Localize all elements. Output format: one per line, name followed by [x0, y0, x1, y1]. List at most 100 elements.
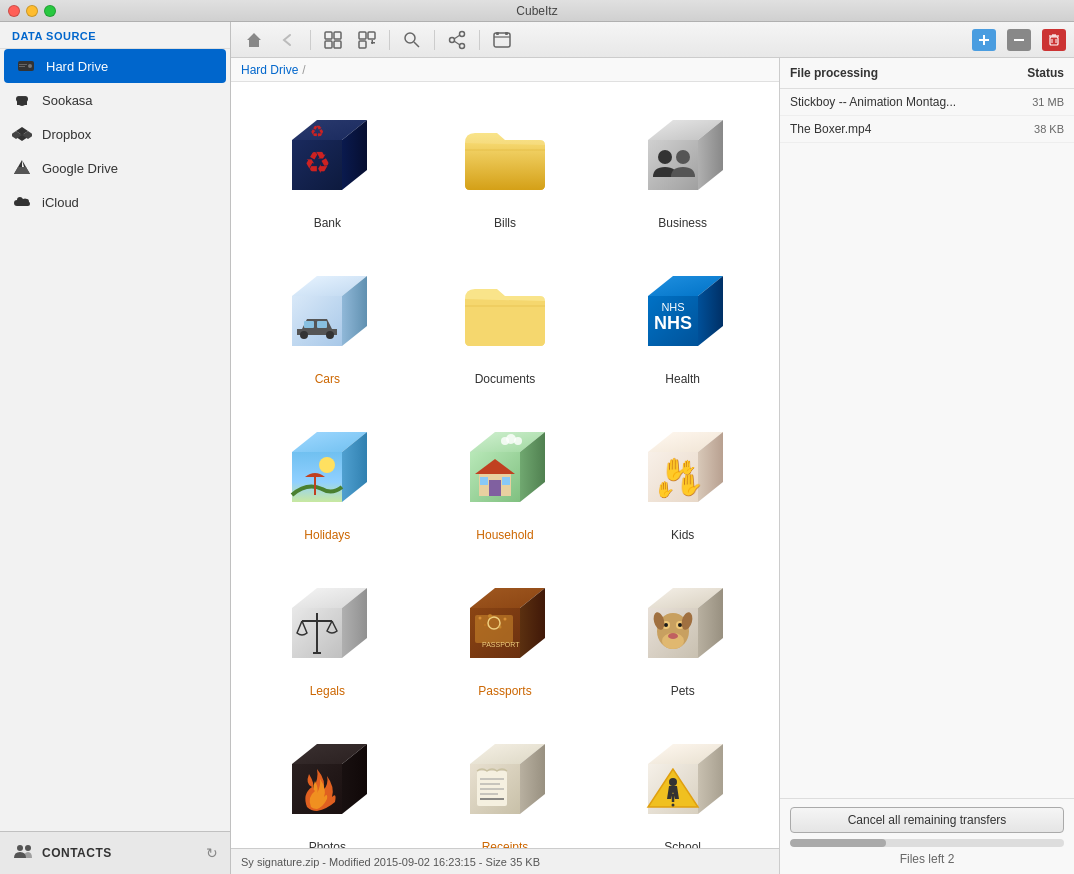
svg-rect-2	[19, 64, 27, 65]
sookasa-icon	[12, 90, 32, 110]
close-button[interactable]	[8, 5, 20, 17]
status-text: Sy signature.zip - Modified 2015-09-02 1…	[241, 856, 540, 868]
svg-point-29	[460, 31, 465, 36]
titlebar: CubeItz	[0, 0, 1074, 22]
file-item-business[interactable]: Business	[596, 92, 769, 238]
progress-fill	[790, 839, 886, 847]
right-panel-header: File processing Status	[780, 58, 1074, 89]
maximize-button[interactable]	[44, 5, 56, 17]
file-item-bank[interactable]: ♻ ♻ Bank	[241, 92, 414, 238]
svg-point-136	[669, 778, 677, 786]
breadcrumb-bar: Hard Drive /	[231, 58, 779, 82]
contacts-icon	[12, 840, 34, 867]
svg-line-33	[454, 41, 460, 45]
file-item-bills[interactable]: Bills	[419, 92, 592, 238]
bank-icon: ♻ ♻	[272, 100, 382, 210]
pets-label: Pets	[671, 684, 695, 698]
transfer-name-stickboy: Stickboy -- Animation Montag...	[790, 95, 1032, 109]
minus-button[interactable]	[1007, 29, 1031, 51]
svg-point-107	[498, 626, 501, 629]
file-item-kids[interactable]: ✋ ✋ ✋ ✋ Kids	[596, 404, 769, 550]
svg-rect-24	[359, 41, 366, 48]
svg-text:PASSPORT: PASSPORT	[482, 641, 520, 648]
svg-point-62	[326, 331, 334, 339]
breadcrumb-separator: /	[302, 63, 305, 77]
sidebar-item-icloud[interactable]: iCloud	[0, 185, 230, 219]
sidebar-items: Hard Drive Sookasa	[0, 49, 230, 831]
home-button[interactable]	[239, 26, 269, 54]
svg-point-55	[676, 150, 690, 164]
svg-rect-26	[372, 40, 374, 44]
window-controls[interactable]	[8, 5, 56, 17]
icloud-icon	[12, 192, 32, 212]
svg-line-28	[414, 42, 419, 47]
transfer-size-stickboy: 31 MB	[1032, 96, 1064, 108]
sidebar-label-google-drive: Google Drive	[42, 161, 118, 176]
legals-label: Legals	[310, 684, 345, 698]
file-col-header: File processing	[790, 66, 1027, 80]
file-item-receipts[interactable]: Receipts	[419, 716, 592, 848]
svg-rect-23	[368, 32, 375, 39]
file-item-documents[interactable]: Documents	[419, 248, 592, 394]
hard-drive-icon	[16, 56, 36, 76]
scan-button[interactable]	[318, 26, 348, 54]
separator-4	[479, 30, 480, 50]
minimize-button[interactable]	[26, 5, 38, 17]
refresh-icon[interactable]: ↻	[206, 845, 218, 861]
google-drive-icon	[12, 158, 32, 178]
passports-icon: PASSPORT	[450, 568, 560, 678]
svg-rect-22	[359, 32, 366, 39]
sidebar-item-sookasa[interactable]: Sookasa	[0, 83, 230, 117]
content-area: Hard Drive /	[231, 58, 779, 874]
svg-point-117	[668, 633, 678, 639]
breadcrumb-path[interactable]: Hard Drive	[241, 63, 298, 77]
svg-point-1	[28, 64, 32, 68]
pets-icon	[628, 568, 738, 678]
info-button[interactable]	[487, 26, 517, 54]
file-item-passports[interactable]: PASSPORT Passports	[419, 560, 592, 706]
sidebar-item-hard-drive[interactable]: Hard Drive	[4, 49, 226, 83]
svg-rect-60	[317, 321, 327, 328]
documents-label: Documents	[475, 372, 536, 386]
cancel-transfers-button[interactable]: Cancel all remaining transfers	[790, 807, 1064, 833]
kids-label: Kids	[671, 528, 694, 542]
svg-rect-3	[19, 66, 25, 67]
file-item-cars[interactable]: Cars	[241, 248, 414, 394]
svg-rect-7	[17, 101, 27, 105]
right-panel-items: Stickboy -- Animation Montag... 31 MB Th…	[780, 89, 1074, 798]
file-item-school[interactable]: School	[596, 716, 769, 848]
search-button[interactable]	[397, 26, 427, 54]
transfer-name-boxer: The Boxer.mp4	[790, 122, 1034, 136]
receipts-label: Receipts	[482, 840, 529, 848]
separator-3	[434, 30, 435, 50]
file-item-household[interactable]: Household	[419, 404, 592, 550]
school-icon	[628, 724, 738, 834]
share-button[interactable]	[442, 26, 472, 54]
file-item-holidays[interactable]: Holidays	[241, 404, 414, 550]
file-item-health[interactable]: NHS NHS Health	[596, 248, 769, 394]
sidebar-item-google-drive[interactable]: Google Drive	[0, 151, 230, 185]
export-button[interactable]	[352, 26, 382, 54]
delete-button[interactable]	[1042, 29, 1066, 51]
svg-point-115	[664, 623, 668, 627]
sidebar-item-dropbox[interactable]: Dropbox	[0, 117, 230, 151]
back-button[interactable]	[273, 26, 303, 54]
transfer-size-boxer: 38 KB	[1034, 123, 1064, 135]
svg-text:✋: ✋	[655, 480, 675, 499]
svg-text:NHS: NHS	[654, 313, 692, 333]
progress-bar	[790, 839, 1064, 847]
svg-point-15	[17, 845, 23, 851]
file-item-pets[interactable]: Pets	[596, 560, 769, 706]
sidebar-footer: CONTACTS ↻	[0, 831, 230, 874]
svg-point-27	[405, 33, 415, 43]
bills-icon	[450, 100, 560, 210]
file-item-photos[interactable]: Photos	[241, 716, 414, 848]
svg-point-71	[319, 457, 335, 473]
add-button[interactable]	[972, 29, 996, 51]
status-col-header: Status	[1027, 66, 1064, 80]
file-item-legals[interactable]: Legals	[241, 560, 414, 706]
svg-point-61	[300, 331, 308, 339]
svg-point-104	[488, 614, 492, 618]
svg-point-138	[671, 804, 674, 807]
svg-text:✋: ✋	[676, 471, 704, 498]
